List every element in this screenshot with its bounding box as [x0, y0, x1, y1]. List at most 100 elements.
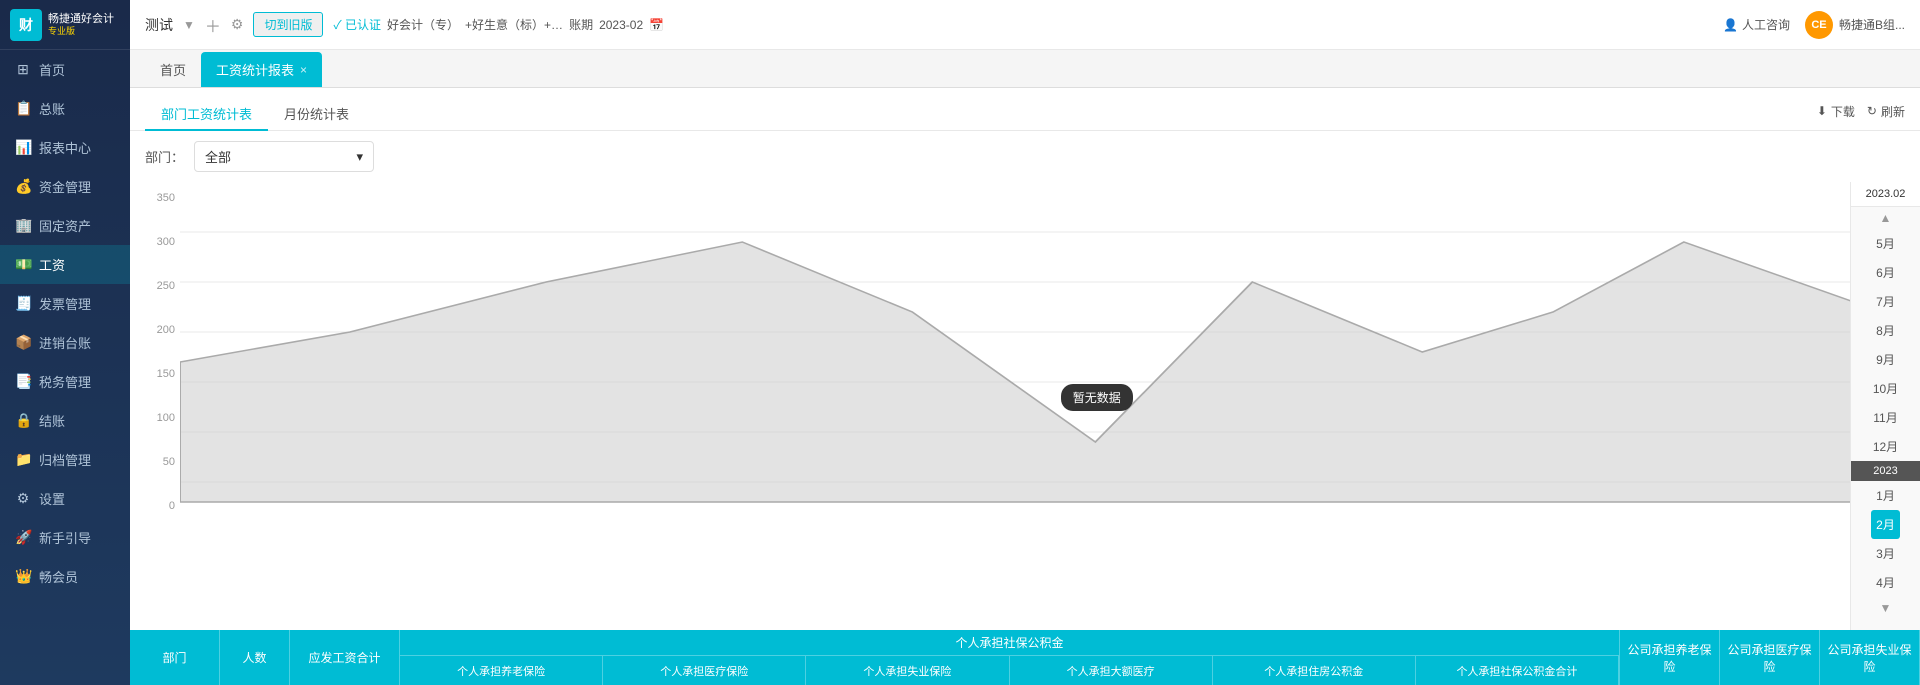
sidebar-item-settings[interactable]: ⚙ 设置: [0, 479, 130, 518]
calendar-icon[interactable]: 📅: [649, 18, 664, 32]
th-group-col-3: 个人承担大额医疗: [1010, 656, 1213, 685]
sidebar-item-assets[interactable]: 🏢固定资产: [0, 206, 130, 245]
subtab-monthly[interactable]: 月份统计表: [268, 98, 365, 131]
sidebar-label-ledger: 总账: [39, 99, 65, 118]
month-item[interactable]: 12月: [1868, 432, 1903, 461]
chart-area: 350300250200150100500 暂无数据: [130, 182, 1920, 630]
month-item[interactable]: 3月: [1871, 539, 1900, 568]
y-label: 50: [145, 456, 180, 468]
settings-icon: ⚙: [15, 490, 31, 507]
subtabs: 部门工资统计表 月份统计表 ⬇ 下载 ↻ 刷新: [130, 88, 1920, 131]
archive-icon: 📁: [15, 451, 31, 468]
select-value: 全部: [205, 147, 231, 166]
table-header: 部门 人数 应发工资合计 个人承担社保公积金 个人承担养老保险个人承担医疗保险个…: [130, 630, 1920, 685]
select-arrow-icon: ▾: [356, 149, 363, 165]
sidebar-label-settings: 设置: [39, 489, 65, 508]
home-icon: ⊞: [15, 61, 31, 78]
th-personal-cols: 个人承担养老保险个人承担医疗保险个人承担失业保险个人承担大额医疗个人承担住房公积…: [400, 656, 1619, 685]
sidebar-item-vip[interactable]: 👑畅会员: [0, 557, 130, 596]
th-company-pension: 公司承担养老保险: [1620, 630, 1720, 685]
tax-icon: 📑: [15, 373, 31, 390]
sidebar: 财 畅捷通好会计 专业版 ⊞首页📋总账📊报表中心💰资金管理🏢固定资产💵工资🧾发票…: [0, 0, 130, 685]
sidebar-item-close[interactable]: 🔒结账: [0, 401, 130, 440]
sidebar-item-guide[interactable]: 🚀新手引导: [0, 518, 130, 557]
topbar-dropdown-icon[interactable]: ▼: [183, 18, 195, 32]
month-item[interactable]: 4月: [1871, 568, 1900, 597]
date-up-btn[interactable]: ▲: [1851, 207, 1920, 229]
sidebar-item-archive[interactable]: 📁归档管理: [0, 440, 130, 479]
topbar: 测试 ▼ ＋ ⚙ 切到旧版 ✓ 已认证 好会计（专） +好生意（标）+… 账期 …: [130, 0, 1920, 50]
tab-home-label: 首页: [160, 60, 186, 79]
month-item[interactable]: 8月: [1868, 316, 1903, 345]
sidebar-label-assets: 固定资产: [39, 216, 91, 235]
topbar-title: 测试: [145, 15, 173, 35]
subtabs-actions: ⬇ 下载 ↻ 刷新: [1817, 103, 1905, 126]
month-item[interactable]: 7月: [1868, 287, 1903, 316]
topbar-status: ✓ 已认证 好会计（专） +好生意（标）+… 账期 2023-02 📅: [333, 16, 664, 33]
refresh-label: 刷新: [1881, 103, 1905, 120]
close-icon: 🔒: [15, 412, 31, 429]
date-header: 2023.02: [1851, 182, 1920, 207]
month-item[interactable]: 9月: [1868, 345, 1903, 374]
sidebar-nav: ⊞首页📋总账📊报表中心 💰 资金管理 🏢固定资产 💵 工资 🧾发票管理📦进销台账 📑 税务管理 🔒…: [0, 50, 130, 685]
date-panel: 2023.02 ▲ 5月6月7月8月9月10月11月12月 2023 1月2月3…: [1850, 182, 1920, 630]
sidebar-label-vip: 畅会员: [39, 567, 78, 586]
subtab-department[interactable]: 部门工资统计表: [145, 98, 268, 131]
funds-icon: 💰: [15, 178, 31, 195]
th-department: 部门: [130, 630, 220, 685]
main-area: 测试 ▼ ＋ ⚙ 切到旧版 ✓ 已认证 好会计（专） +好生意（标）+… 账期 …: [130, 0, 1920, 685]
sidebar-label-funds: 资金管理: [39, 177, 91, 196]
months-before: 5月6月7月8月9月10月11月12月: [1868, 229, 1903, 461]
sidebar-label-salary: 工资: [39, 255, 65, 274]
period-label: 账期: [569, 16, 593, 33]
user-avatar: CE: [1805, 11, 1833, 39]
sidebar-item-funds[interactable]: 💰 资金管理: [0, 167, 130, 206]
date-down-btn[interactable]: ▼: [1851, 597, 1920, 619]
month-item[interactable]: 11月: [1868, 403, 1903, 432]
user-menu[interactable]: CE 畅捷通B组...: [1805, 11, 1905, 39]
sidebar-label-trade: 进销台账: [39, 333, 91, 352]
y-label: 250: [145, 280, 180, 292]
month-item[interactable]: 6月: [1868, 258, 1903, 287]
topbar-gear-icon[interactable]: ⚙: [231, 16, 244, 33]
sidebar-item-trade[interactable]: 📦进销台账: [0, 323, 130, 362]
sidebar-label-tax: 税务管理: [39, 372, 91, 391]
th-group-col-5: 个人承担社保公积金合计: [1416, 656, 1619, 685]
sidebar-item-invoice[interactable]: 🧾发票管理: [0, 284, 130, 323]
sidebar-item-home[interactable]: ⊞首页: [0, 50, 130, 89]
y-label: 350: [145, 192, 180, 204]
months-after: 1月2月3月4月: [1871, 481, 1900, 597]
tab-close-icon[interactable]: ×: [300, 63, 307, 77]
switch-old-btn[interactable]: 切到旧版: [253, 12, 323, 37]
refresh-icon: ↻: [1867, 104, 1877, 118]
y-label: 300: [145, 236, 180, 248]
sidebar-item-tax[interactable]: 📑 税务管理: [0, 362, 130, 401]
th-personal-group-label: 个人承担社保公积金: [400, 630, 1619, 656]
refresh-btn[interactable]: ↻ 刷新: [1867, 103, 1905, 120]
service-btn[interactable]: 👤 人工咨询: [1723, 16, 1790, 33]
th-headcount: 人数: [220, 630, 290, 685]
topbar-add-icon[interactable]: ＋: [205, 13, 221, 37]
sidebar-item-reports[interactable]: 📊报表中心: [0, 128, 130, 167]
sidebar-item-ledger[interactable]: 📋总账: [0, 89, 130, 128]
tab-salary-report[interactable]: 工资统计报表 ×: [201, 52, 322, 87]
y-label: 200: [145, 324, 180, 336]
department-select[interactable]: 全部 ▾: [194, 141, 374, 172]
th-company-unemployment: 公司承担失业保险: [1820, 630, 1920, 685]
period-value: 2023-02: [599, 18, 643, 32]
sidebar-item-salary[interactable]: 💵 工资: [0, 245, 130, 284]
tab-home[interactable]: 首页: [145, 52, 201, 87]
service-label: 人工咨询: [1742, 16, 1790, 33]
month-item[interactable]: 5月: [1868, 229, 1903, 258]
guide-icon: 🚀: [15, 529, 31, 546]
salary-icon: 💵: [15, 256, 31, 273]
app-logo-text: 畅捷通好会计 专业版: [48, 12, 114, 38]
y-axis: 350300250200150100500: [145, 192, 180, 512]
month-item[interactable]: 2月: [1871, 510, 1900, 539]
account-type2: +好生意（标）+…: [465, 16, 563, 33]
month-item[interactable]: 1月: [1871, 481, 1900, 510]
y-label: 0: [145, 500, 180, 512]
month-item[interactable]: 10月: [1868, 374, 1903, 403]
download-btn[interactable]: ⬇ 下载: [1817, 103, 1855, 120]
y-label: 150: [145, 368, 180, 380]
